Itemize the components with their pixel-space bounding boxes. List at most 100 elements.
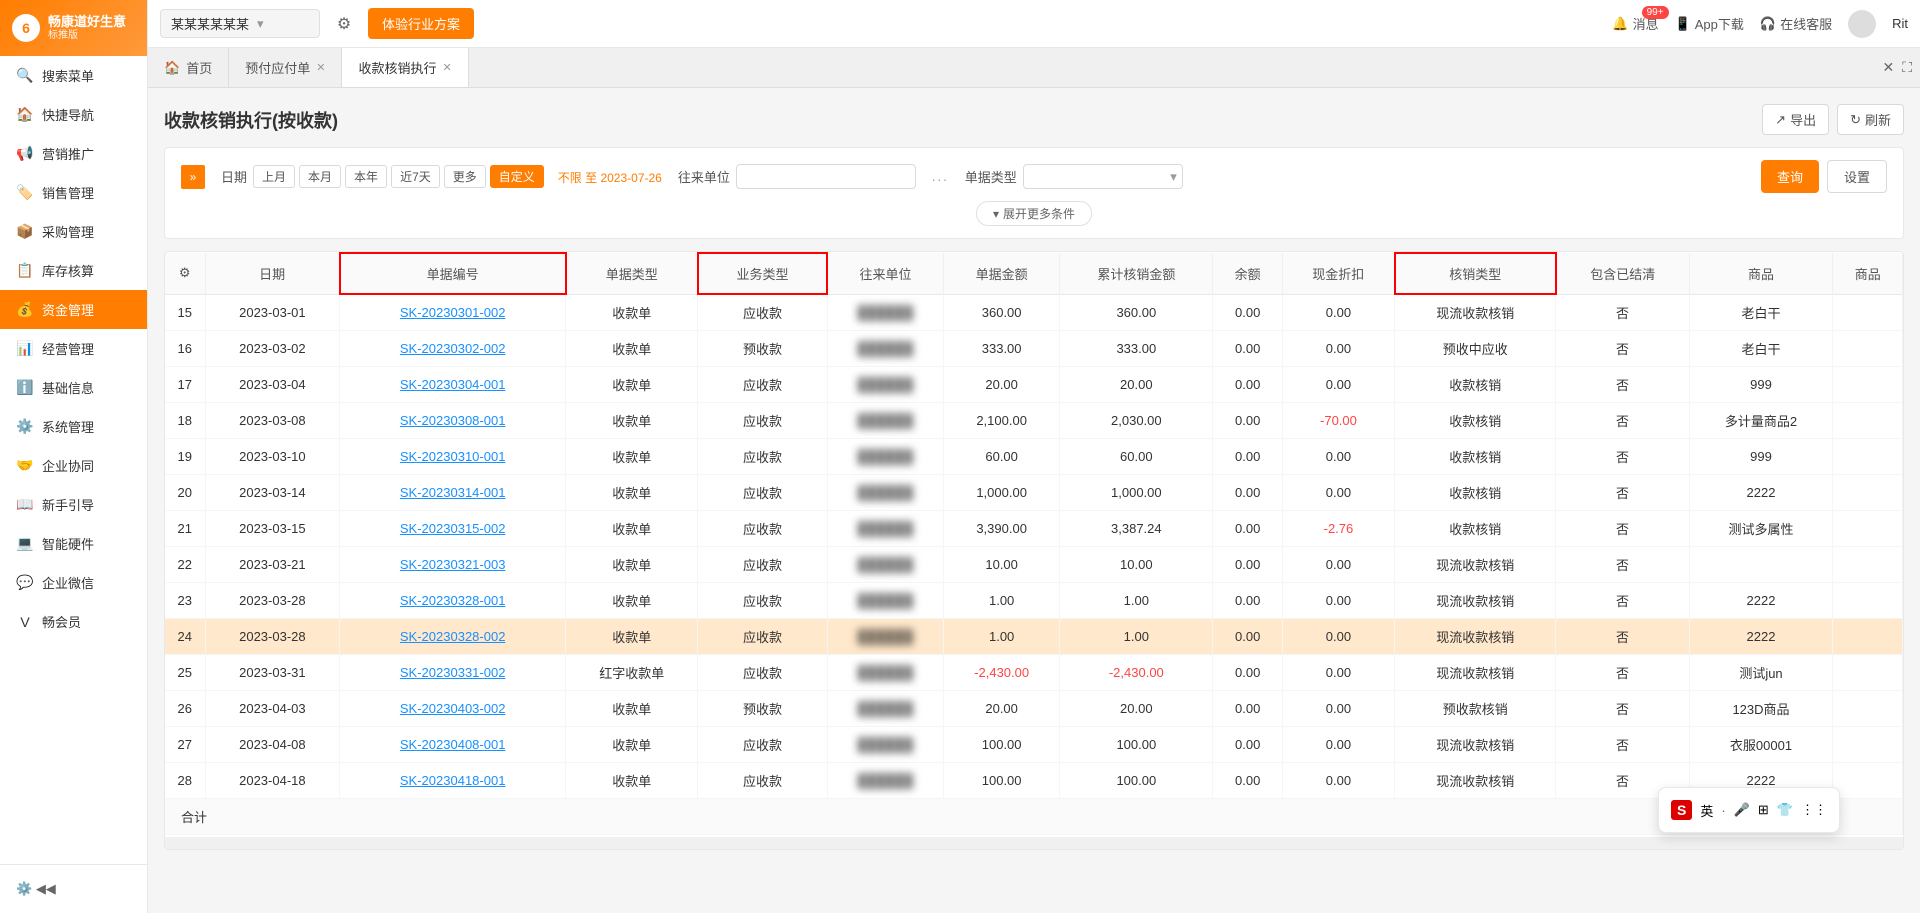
date-more-btn[interactable]: 更多: [444, 165, 486, 188]
sougou-logo: S: [1671, 800, 1692, 820]
sidebar-item-member[interactable]: V 畅会员: [0, 602, 147, 641]
sidebar-item-operation[interactable]: 📊 经营管理: [0, 329, 147, 368]
cell-include_settled: 否: [1556, 511, 1689, 547]
cell-bill_no[interactable]: SK-20230321-003: [340, 547, 566, 583]
cell-bill_no[interactable]: SK-20230308-001: [340, 403, 566, 439]
sidebar-item-hardware[interactable]: 💻 智能硬件: [0, 524, 147, 563]
bill-no-link[interactable]: SK-20230314-001: [400, 485, 506, 500]
cell-cancel_amount: 333.00: [1060, 331, 1213, 367]
cell-bill_no[interactable]: SK-20230315-002: [340, 511, 566, 547]
notification-btn[interactable]: 🔔 消息 99+: [1612, 14, 1658, 33]
sidebar-item-cooperation[interactable]: 🤝 企业协同: [0, 446, 147, 485]
date-custom-btn[interactable]: 自定义: [490, 165, 544, 188]
refresh-btn[interactable]: ↻ 刷新: [1837, 104, 1904, 135]
cell-partner: ██████: [827, 475, 944, 511]
bill-no-link[interactable]: SK-20230321-003: [400, 557, 506, 572]
date-last-7days-btn[interactable]: 近7天: [391, 165, 440, 188]
date-this-month-btn[interactable]: 本月: [299, 165, 341, 188]
bill-no-link[interactable]: SK-20230301-002: [400, 305, 506, 320]
sidebar-item-marketing[interactable]: 📢 营销推广: [0, 134, 147, 173]
hardware-icon: 💻: [16, 535, 34, 553]
sidebar-item-wechat[interactable]: 💬 企业微信: [0, 563, 147, 602]
tab-maximize-icon[interactable]: ⛶: [1902, 59, 1912, 76]
sidebar-item-sales[interactable]: 🏷️ 销售管理: [0, 173, 147, 212]
sidebar-item-inventory[interactable]: 📋 库存核算: [0, 251, 147, 290]
sidebar-item-quick-nav[interactable]: 🏠 快捷导航: [0, 95, 147, 134]
tab-receipt-cancel[interactable]: 收款核销执行 ✕: [342, 48, 468, 87]
tab-prepay-close[interactable]: ✕: [316, 61, 325, 74]
cell-bill_no[interactable]: SK-20230310-001: [340, 439, 566, 475]
bill-no-link[interactable]: SK-20230408-001: [400, 737, 506, 752]
query-btn[interactable]: 查询: [1761, 160, 1819, 193]
bill-no-link[interactable]: SK-20230302-002: [400, 341, 506, 356]
bill-no-link[interactable]: SK-20230403-002: [400, 701, 506, 716]
expand-more-btn[interactable]: ▾ 展开更多条件: [976, 201, 1092, 226]
tab-close-all-icon[interactable]: ✕: [1882, 59, 1894, 76]
sidebar-item-basic[interactable]: ℹ️ 基础信息: [0, 368, 147, 407]
bill-no-link[interactable]: SK-20230304-001: [400, 377, 506, 392]
cell-partner: ██████: [827, 619, 944, 655]
sidebar-item-guide[interactable]: 📖 新手引导: [0, 485, 147, 524]
filter-expand-btn[interactable]: »: [181, 165, 205, 189]
cell-bill_no[interactable]: SK-20230328-002: [340, 619, 566, 655]
date-last-month-btn[interactable]: 上月: [253, 165, 295, 188]
solution-btn[interactable]: 体验行业方案: [368, 8, 474, 39]
sidebar-item-search[interactable]: 🔍 搜索菜单: [0, 56, 147, 95]
bill-no-link[interactable]: SK-20230328-001: [400, 593, 506, 608]
cell-product: 测试jun: [1689, 655, 1833, 691]
cell-amount: 100.00: [944, 763, 1060, 799]
cell-biz_type: 应收款: [698, 547, 827, 583]
cell-bill_no[interactable]: SK-20230328-001: [340, 583, 566, 619]
cell-partner: ██████: [827, 403, 944, 439]
bill-no-link[interactable]: SK-20230328-002: [400, 629, 506, 644]
cell-include_settled: 否: [1556, 655, 1689, 691]
topbar-right: 🔔 消息 99+ 📱 App下载 🎧 在线客服 Rit: [1612, 10, 1908, 38]
date-this-year-btn[interactable]: 本年: [345, 165, 387, 188]
cell-bill_no[interactable]: SK-20230304-001: [340, 367, 566, 403]
cell-partner: ██████: [827, 331, 944, 367]
workspace-selector[interactable]: 某某某某某某 ▾: [160, 9, 320, 38]
sidebar-item-finance[interactable]: 💰 资金管理: [0, 290, 147, 329]
bill-type-select[interactable]: [1023, 164, 1183, 189]
cell-bill_type: 收款单: [566, 367, 698, 403]
partner-label: 往来单位: [678, 167, 730, 186]
search-icon: 🔍: [16, 67, 34, 85]
table-footer-row: 合计: [165, 799, 1903, 835]
tab-prepay[interactable]: 预付应付单 ✕: [229, 48, 342, 87]
cell-bill_no[interactable]: SK-20230314-001: [340, 475, 566, 511]
bill-no-link[interactable]: SK-20230308-001: [400, 413, 506, 428]
settings-filter-btn[interactable]: 设置: [1827, 160, 1887, 193]
app-download-btn[interactable]: 📱 App下载: [1675, 14, 1744, 33]
sidebar-item-purchase[interactable]: 📦 采购管理: [0, 212, 147, 251]
bill-no-link[interactable]: SK-20230310-001: [400, 449, 506, 464]
bill-no-link[interactable]: SK-20230418-001: [400, 773, 506, 788]
user-avatar[interactable]: [1848, 10, 1876, 38]
cell-partner: ██████: [827, 439, 944, 475]
partner-input[interactable]: [736, 164, 916, 189]
cell-bill_no[interactable]: SK-20230302-002: [340, 331, 566, 367]
topbar: 某某某某某某 ▾ ⚙ 体验行业方案 🔔 消息 99+ 📱 App下载 🎧 在线客…: [148, 0, 1920, 48]
tab-receipt-cancel-close[interactable]: ✕: [442, 61, 451, 74]
tabbar: 🏠 首页 预付应付单 ✕ 收款核销执行 ✕ ✕ ⛶: [148, 48, 1920, 88]
th-biz-type: 业务类型: [698, 253, 827, 294]
sidebar-settings-btn[interactable]: ⚙️ ◀◀: [0, 873, 147, 905]
sidebar-item-label: 快捷导航: [42, 105, 94, 124]
cell-amount: -2,430.00: [944, 655, 1060, 691]
cell-bill_no[interactable]: SK-20230418-001: [340, 763, 566, 799]
sidebar-item-system[interactable]: ⚙️ 系统管理: [0, 407, 147, 446]
cell-bill_no[interactable]: SK-20230408-001: [340, 727, 566, 763]
tab-home[interactable]: 🏠 首页: [148, 48, 229, 87]
cell-amount: 60.00: [944, 439, 1060, 475]
tab-prepay-label: 预付应付单: [245, 58, 310, 77]
bill-no-link[interactable]: SK-20230315-002: [400, 521, 506, 536]
cell-bill_no[interactable]: SK-20230331-002: [340, 655, 566, 691]
date-label: 日期: [221, 167, 247, 186]
horizontal-scrollbar[interactable]: [165, 837, 1903, 849]
online-service-btn[interactable]: 🎧 在线客服: [1760, 14, 1832, 33]
gear-btn[interactable]: ⚙: [328, 8, 360, 40]
cell-bill_no[interactable]: SK-20230403-002: [340, 691, 566, 727]
cell-bill_no[interactable]: SK-20230301-002: [340, 294, 566, 331]
export-btn[interactable]: ↗ 导出: [1762, 104, 1829, 135]
bill-no-link[interactable]: SK-20230331-002: [400, 665, 506, 680]
cell-cancel_type: 现流收款核销: [1395, 619, 1556, 655]
